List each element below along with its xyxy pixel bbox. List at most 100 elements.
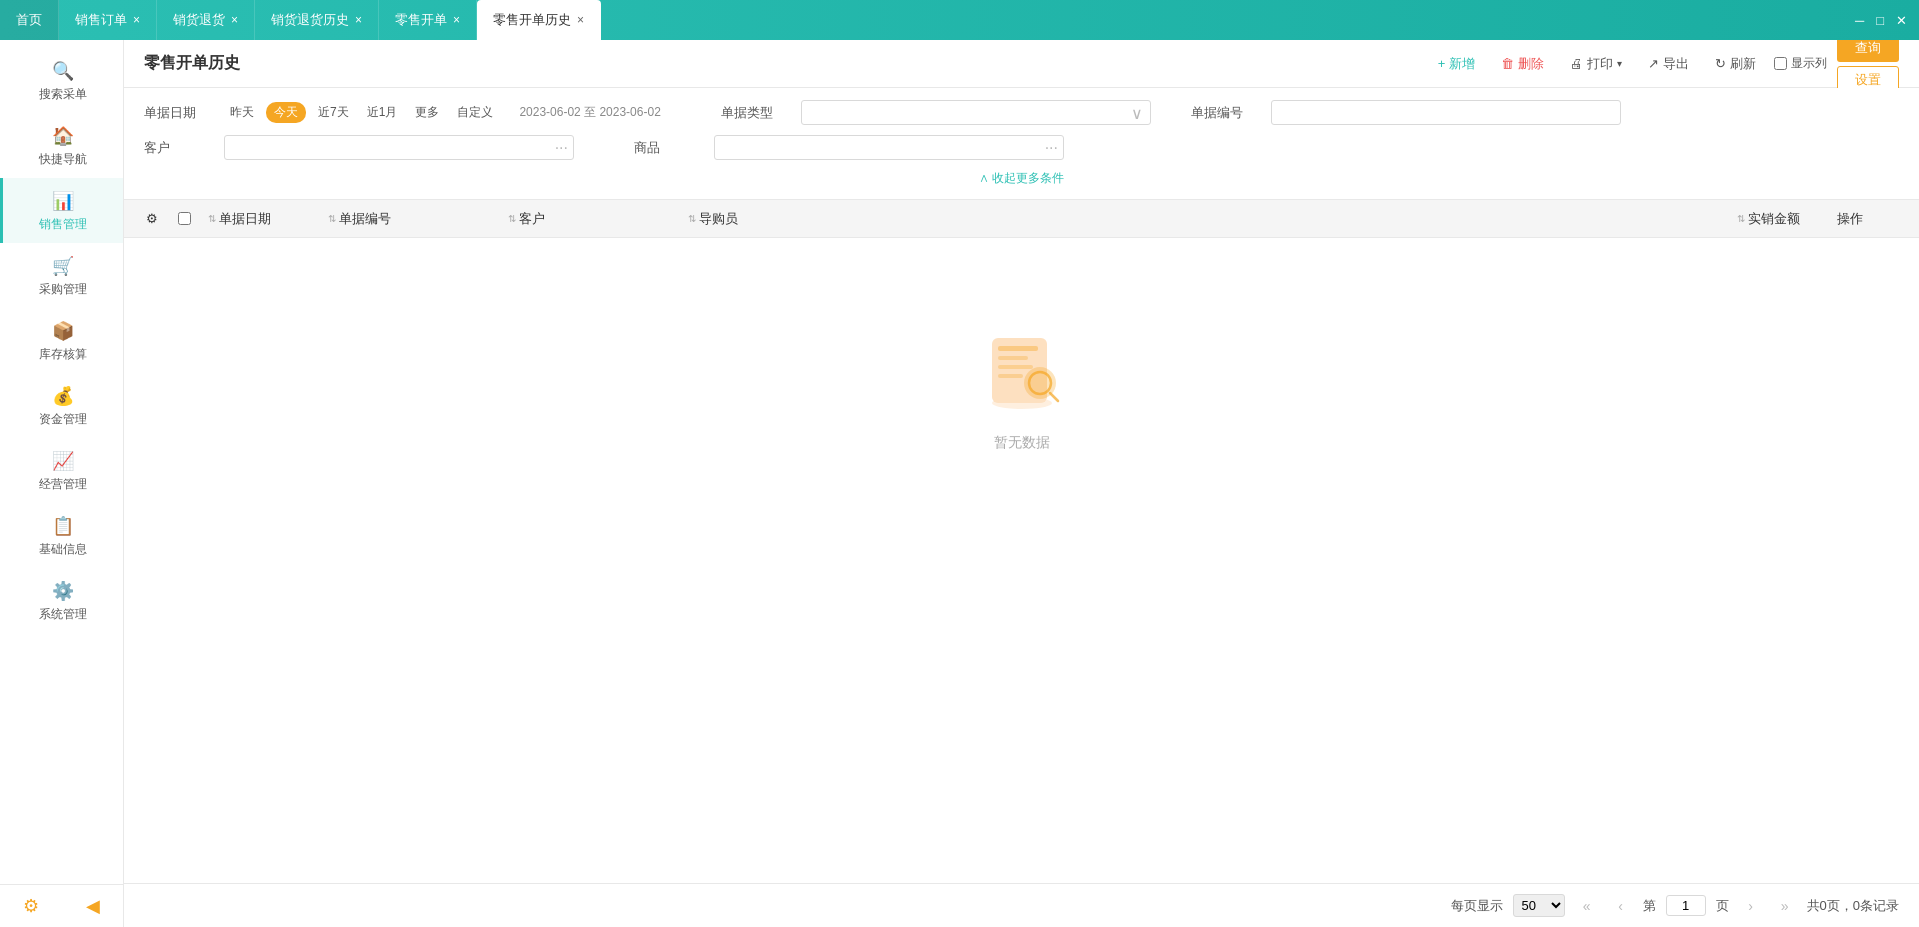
empty-illustration [972, 318, 1072, 418]
select-all-checkbox[interactable] [178, 212, 191, 225]
date-btn-more[interactable]: 更多 [409, 102, 445, 123]
sidebar-item-quick-nav[interactable]: 🏠 快捷导航 [0, 113, 123, 178]
date-btn-today[interactable]: 今天 [266, 102, 306, 123]
customer-dots[interactable]: ··· [555, 139, 568, 157]
print-label: 打印 [1587, 55, 1613, 73]
tab-sale-order[interactable]: 销售订单 × [59, 0, 157, 40]
number-input[interactable] [1271, 100, 1621, 125]
sort-date-icon: ⇅ [208, 213, 216, 224]
window-min-btn[interactable]: ─ [1855, 13, 1864, 28]
per-page-select[interactable]: 50 10 20 100 [1513, 894, 1565, 917]
sidebar-item-operation[interactable]: 📈 经营管理 [0, 438, 123, 503]
refresh-icon: ↻ [1715, 56, 1726, 71]
th-customer[interactable]: ⇅ 客户 [500, 210, 680, 228]
window-close-btn[interactable]: ✕ [1896, 13, 1907, 28]
tab-retail-bill-history-close[interactable]: × [577, 13, 584, 27]
sidebar-item-sales[interactable]: 📊 销售管理 [0, 178, 123, 243]
total-info: 共0页，0条记录 [1807, 897, 1899, 915]
refresh-label: 刷新 [1730, 55, 1756, 73]
sidebar-settings-icon[interactable]: ⚙ [23, 895, 39, 917]
page-header: 零售开单历史 + 新增 🗑 删除 🖨 打印 ▾ ↗ 导出 [124, 40, 1919, 88]
column-settings-icon[interactable]: ⚙ [146, 211, 158, 226]
filter-area: 单据日期 昨天 今天 近7天 近1月 更多 自定义 2023-06-02 至 2… [124, 88, 1919, 200]
customer-label: 客户 [144, 139, 204, 157]
customer-input[interactable] [224, 135, 574, 160]
empty-state: 暂无数据 [124, 238, 1919, 532]
delete-button[interactable]: 🗑 删除 [1493, 51, 1552, 77]
th-amount[interactable]: ⇅ 实销金额 [1729, 210, 1829, 228]
goods-dots[interactable]: ··· [1045, 139, 1058, 157]
collapse-button[interactable]: ∧ 收起更多条件 [144, 170, 1899, 187]
collapse-label: ∧ 收起更多条件 [979, 170, 1064, 187]
svg-line-8 [1050, 393, 1058, 401]
svg-rect-5 [998, 374, 1023, 378]
display-detail-checkbox[interactable] [1774, 57, 1787, 70]
export-label: 导出 [1663, 55, 1689, 73]
date-btn-yesterday[interactable]: 昨天 [224, 102, 260, 123]
th-guide[interactable]: ⇅ 导购员 [680, 210, 800, 228]
date-btn-7days[interactable]: 近7天 [312, 102, 355, 123]
table-header: ⚙ ⇅ 单据日期 ⇅ 单据编号 ⇅ 客户 ⇅ [124, 200, 1919, 238]
th-date[interactable]: ⇅ 单据日期 [200, 210, 320, 228]
tab-retail-bill-label: 零售开单 [395, 11, 447, 29]
home-icon: 🏠 [52, 125, 74, 147]
print-button[interactable]: 🖨 打印 ▾ [1562, 51, 1630, 77]
sidebar: 🔍 搜索采单 🏠 快捷导航 📊 销售管理 🛒 采购管理 📦 库存核算 💰 资金管… [0, 40, 124, 927]
tab-sale-return-label: 销货退货 [173, 11, 225, 29]
tab-home[interactable]: 首页 [0, 0, 59, 40]
sidebar-item-system[interactable]: ⚙️ 系统管理 [0, 568, 123, 633]
per-page-label: 每页显示 [1451, 897, 1503, 915]
number-label: 单据编号 [1191, 104, 1251, 122]
top-bar: 首页 销售订单 × 销货退货 × 销货退货历史 × 零售开单 × 零售开单历史 … [0, 0, 1919, 40]
th-checkbox[interactable] [170, 212, 200, 225]
svg-rect-3 [998, 356, 1028, 360]
toolbar: + 新增 🗑 删除 🖨 打印 ▾ ↗ 导出 ↻ 刷新 [1430, 40, 1899, 94]
sidebar-item-finance[interactable]: 💰 资金管理 [0, 373, 123, 438]
empty-text: 暂无数据 [994, 434, 1050, 452]
th-action: 操作 [1829, 210, 1909, 228]
th-number[interactable]: ⇅ 单据编号 [320, 210, 500, 228]
sidebar-item-purchase[interactable]: 🛒 采购管理 [0, 243, 123, 308]
tab-sale-return-history[interactable]: 销货退货历史 × [255, 0, 379, 40]
tab-retail-bill-history[interactable]: 零售开单历史 × [477, 0, 601, 40]
prev-page-btn[interactable]: ‹ [1609, 894, 1633, 918]
last-page-btn[interactable]: » [1773, 894, 1797, 918]
tab-retail-bill-close[interactable]: × [453, 13, 460, 27]
tab-retail-bill[interactable]: 零售开单 × [379, 0, 477, 40]
date-btn-custom[interactable]: 自定义 [451, 102, 499, 123]
tab-sale-return[interactable]: 销货退货 × [157, 0, 255, 40]
window-max-btn[interactable]: □ [1876, 13, 1884, 28]
main-layout: 🔍 搜索采单 🏠 快捷导航 📊 销售管理 🛒 采购管理 📦 库存核算 💰 资金管… [0, 40, 1919, 927]
page-suffix: 页 [1716, 897, 1729, 915]
system-icon: ⚙️ [52, 580, 74, 602]
refresh-button[interactable]: ↻ 刷新 [1707, 51, 1764, 77]
query-button[interactable]: 查询 [1837, 40, 1899, 62]
first-page-btn[interactable]: « [1575, 894, 1599, 918]
export-button[interactable]: ↗ 导出 [1640, 51, 1697, 77]
date-filter: 昨天 今天 近7天 近1月 更多 自定义 [224, 102, 499, 123]
sidebar-item-basic[interactable]: 📋 基础信息 [0, 503, 123, 568]
type-input[interactable] [801, 100, 1151, 125]
sidebar-item-search[interactable]: 🔍 搜索采单 [0, 48, 123, 113]
inventory-icon: 📦 [52, 320, 74, 342]
tab-sale-return-close[interactable]: × [231, 13, 238, 27]
tab-sale-return-history-close[interactable]: × [355, 13, 362, 27]
th-customer-label: 客户 [519, 210, 545, 228]
sidebar-item-inventory-label: 库存核算 [39, 346, 87, 363]
table-area: ⚙ ⇅ 单据日期 ⇅ 单据编号 ⇅ 客户 ⇅ [124, 200, 1919, 883]
type-filter-wrap: ∨ [801, 100, 1151, 125]
add-button[interactable]: + 新增 [1430, 51, 1483, 77]
current-page-input[interactable] [1666, 895, 1706, 916]
type-dropdown-icon[interactable]: ∨ [1131, 103, 1143, 122]
sales-icon: 📊 [52, 190, 74, 212]
date-btn-1month[interactable]: 近1月 [361, 102, 404, 123]
svg-rect-2 [998, 346, 1038, 351]
sidebar-item-inventory[interactable]: 📦 库存核算 [0, 308, 123, 373]
th-settings[interactable]: ⚙ [134, 211, 170, 226]
next-page-btn[interactable]: › [1739, 894, 1763, 918]
sidebar-collapse-icon[interactable]: ◀ [86, 895, 100, 917]
display-detail-checkbox-wrap[interactable]: 显示列 [1774, 55, 1827, 72]
tab-sale-order-close[interactable]: × [133, 13, 140, 27]
goods-input[interactable] [714, 135, 1064, 160]
content-area: 零售开单历史 + 新增 🗑 删除 🖨 打印 ▾ ↗ 导出 [124, 40, 1919, 927]
